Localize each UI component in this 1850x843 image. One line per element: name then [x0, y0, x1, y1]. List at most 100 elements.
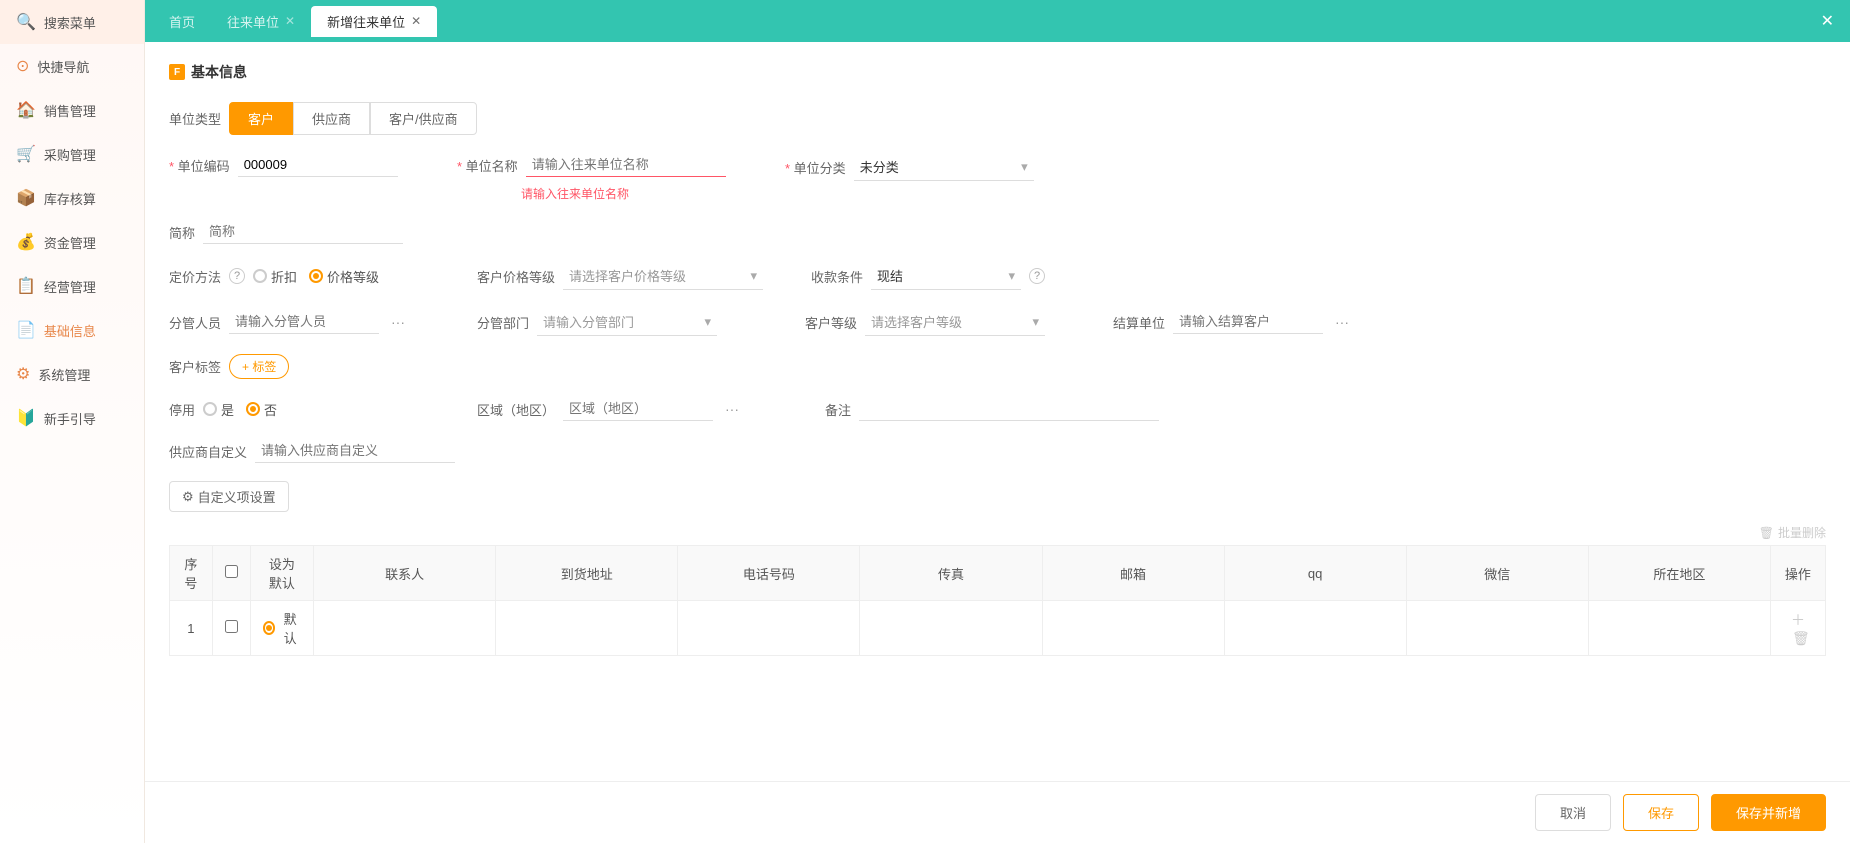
- custom-settings-btn[interactable]: ⚙ 自定义项设置: [169, 481, 289, 512]
- batch-delete-label[interactable]: 批量删除: [1778, 524, 1826, 541]
- sidebar-item-basic-info[interactable]: 📄 基础信息: [0, 308, 144, 352]
- manager-input[interactable]: [229, 310, 379, 334]
- unit-type-row: 单位类型 客户 供应商 客户/供应商: [169, 102, 1826, 135]
- purchase-icon: 🛒: [16, 144, 36, 164]
- unit-code-label: 单位编码: [169, 156, 230, 175]
- default-label: 默认: [279, 609, 301, 647]
- row-default: 默认: [250, 601, 313, 656]
- payment-terms-value: 现结: [877, 266, 903, 285]
- settlement-unit-input[interactable]: [1173, 310, 1323, 334]
- manager-row: 分管人员 ··· 分管部门 请输入分管部门 ▾ 客户等级 请选择客户等级 ▾: [169, 308, 1826, 336]
- tab-partner-list-close[interactable]: ✕: [285, 14, 295, 28]
- payment-help-icon[interactable]: ?: [1029, 268, 1045, 284]
- col-checkbox: [212, 546, 250, 601]
- manager-label: 分管人员: [169, 313, 221, 332]
- guide-icon: 🔰: [16, 408, 36, 428]
- close-all-tabs[interactable]: ✕: [1813, 7, 1842, 35]
- tab-new-partner[interactable]: 新增往来单位 ✕: [311, 6, 437, 37]
- disabled-yes-radio: [203, 402, 217, 416]
- unit-code-input[interactable]: [238, 153, 398, 177]
- remark-input[interactable]: [859, 397, 1159, 421]
- unit-type-group: 单位类型 客户 供应商 客户/供应商: [169, 102, 477, 135]
- row-wechat[interactable]: [1406, 601, 1588, 656]
- sidebar-item-sales[interactable]: 🏠 销售管理: [0, 88, 144, 132]
- row-default-radio[interactable]: 默认: [263, 609, 301, 647]
- col-fax: 传真: [860, 546, 1042, 601]
- row-region[interactable]: [1588, 601, 1770, 656]
- email-input[interactable]: [1055, 617, 1212, 640]
- unit-name-input[interactable]: [526, 153, 726, 177]
- sidebar-item-quick-nav[interactable]: ⊙ 快捷导航: [0, 44, 144, 88]
- settlement-more-btn[interactable]: ···: [1331, 314, 1353, 330]
- sidebar-item-finance[interactable]: 💰 资金管理: [0, 220, 144, 264]
- manager-more-btn[interactable]: ···: [387, 314, 409, 330]
- address-input[interactable]: [508, 617, 665, 640]
- select-all-checkbox[interactable]: [225, 565, 238, 578]
- row-email[interactable]: [1042, 601, 1224, 656]
- customer-tag-label: 客户标签: [169, 357, 221, 376]
- fax-input[interactable]: [872, 617, 1029, 640]
- unit-type-both-btn[interactable]: 客户/供应商: [370, 102, 477, 135]
- sidebar-item-label: 系统管理: [38, 365, 90, 384]
- table-row: 1 默认: [170, 601, 1826, 656]
- row-fax[interactable]: [860, 601, 1042, 656]
- disabled-yes-option[interactable]: 是: [203, 400, 234, 419]
- cancel-button[interactable]: 取消: [1535, 794, 1611, 831]
- unit-type-customer-btn[interactable]: 客户: [229, 102, 293, 135]
- region-input[interactable]: [1601, 617, 1758, 640]
- department-placeholder: 请输入分管部门: [543, 312, 634, 331]
- sidebar-item-purchase[interactable]: 🛒 采购管理: [0, 132, 144, 176]
- settlement-unit-label: 结算单位: [1113, 313, 1165, 332]
- sidebar-item-system[interactable]: ⚙ 系统管理: [0, 352, 144, 396]
- row-phone[interactable]: [678, 601, 860, 656]
- tab-new-partner-close[interactable]: ✕: [411, 14, 421, 28]
- row-contact[interactable]: [314, 601, 496, 656]
- row-address[interactable]: [496, 601, 678, 656]
- phone-input[interactable]: [690, 617, 847, 640]
- pricing-help-icon[interactable]: ?: [229, 268, 245, 284]
- sidebar-item-guide[interactable]: 🔰 新手引导: [0, 396, 144, 440]
- pricing-discount-radio: [253, 269, 267, 283]
- customer-level-select[interactable]: 请选择客户等级 ▾: [865, 308, 1045, 336]
- pricing-level-option[interactable]: 价格等级: [309, 267, 379, 286]
- department-label: 分管部门: [477, 313, 529, 332]
- wechat-input[interactable]: [1419, 617, 1576, 640]
- col-index: 序号: [170, 546, 213, 601]
- region-input[interactable]: [563, 397, 713, 421]
- short-name-input[interactable]: [203, 220, 403, 244]
- tab-home[interactable]: 首页: [153, 6, 211, 37]
- department-select[interactable]: 请输入分管部门 ▾: [537, 308, 717, 336]
- unit-category-select[interactable]: 未分类 ▾: [854, 153, 1034, 181]
- tab-partner-list[interactable]: 往来单位 ✕: [211, 6, 311, 37]
- sidebar-item-operations[interactable]: 📋 经营管理: [0, 264, 144, 308]
- unit-category-value: 未分类: [860, 157, 899, 176]
- delete-row-btn[interactable]: 🗑: [1792, 630, 1810, 646]
- supplier-custom-input[interactable]: [255, 439, 455, 463]
- pricing-level-radio: [309, 269, 323, 283]
- col-email: 邮箱: [1042, 546, 1224, 601]
- gear-icon: ⚙: [182, 489, 194, 505]
- save-button[interactable]: 保存: [1623, 794, 1699, 831]
- region-more-btn[interactable]: ···: [721, 401, 743, 417]
- pricing-discount-option[interactable]: 折扣: [253, 267, 297, 286]
- row-checkbox[interactable]: [225, 620, 238, 633]
- payment-terms-select[interactable]: 现结 ▾: [871, 262, 1021, 290]
- sidebar-item-label: 搜索菜单: [44, 13, 96, 32]
- save-new-button[interactable]: 保存并新增: [1711, 794, 1826, 831]
- disabled-yes-label: 是: [221, 400, 234, 419]
- sidebar-item-inventory[interactable]: 📦 库存核算: [0, 176, 144, 220]
- qq-input[interactable]: [1237, 617, 1394, 640]
- row-qq[interactable]: [1224, 601, 1406, 656]
- unit-type-supplier-btn[interactable]: 供应商: [293, 102, 370, 135]
- customer-price-level-select[interactable]: 请选择客户价格等级 ▾: [563, 262, 763, 290]
- customer-price-level-group: 客户价格等级 请选择客户价格等级 ▾: [477, 262, 763, 290]
- add-tag-btn[interactable]: + 标签: [229, 354, 289, 379]
- sidebar-item-search[interactable]: 🔍 搜索菜单: [0, 0, 144, 44]
- customer-level-placeholder: 请选择客户等级: [871, 312, 962, 331]
- contact-input[interactable]: [326, 617, 483, 640]
- add-row-btn[interactable]: ＋: [1791, 612, 1805, 628]
- form-content: F 基本信息 单位类型 客户 供应商 客户/供应商 单位编码: [145, 42, 1850, 781]
- section-title: 基本信息: [191, 62, 247, 82]
- disabled-no-option[interactable]: 否: [246, 400, 277, 419]
- quick-nav-icon: ⊙: [16, 56, 29, 76]
